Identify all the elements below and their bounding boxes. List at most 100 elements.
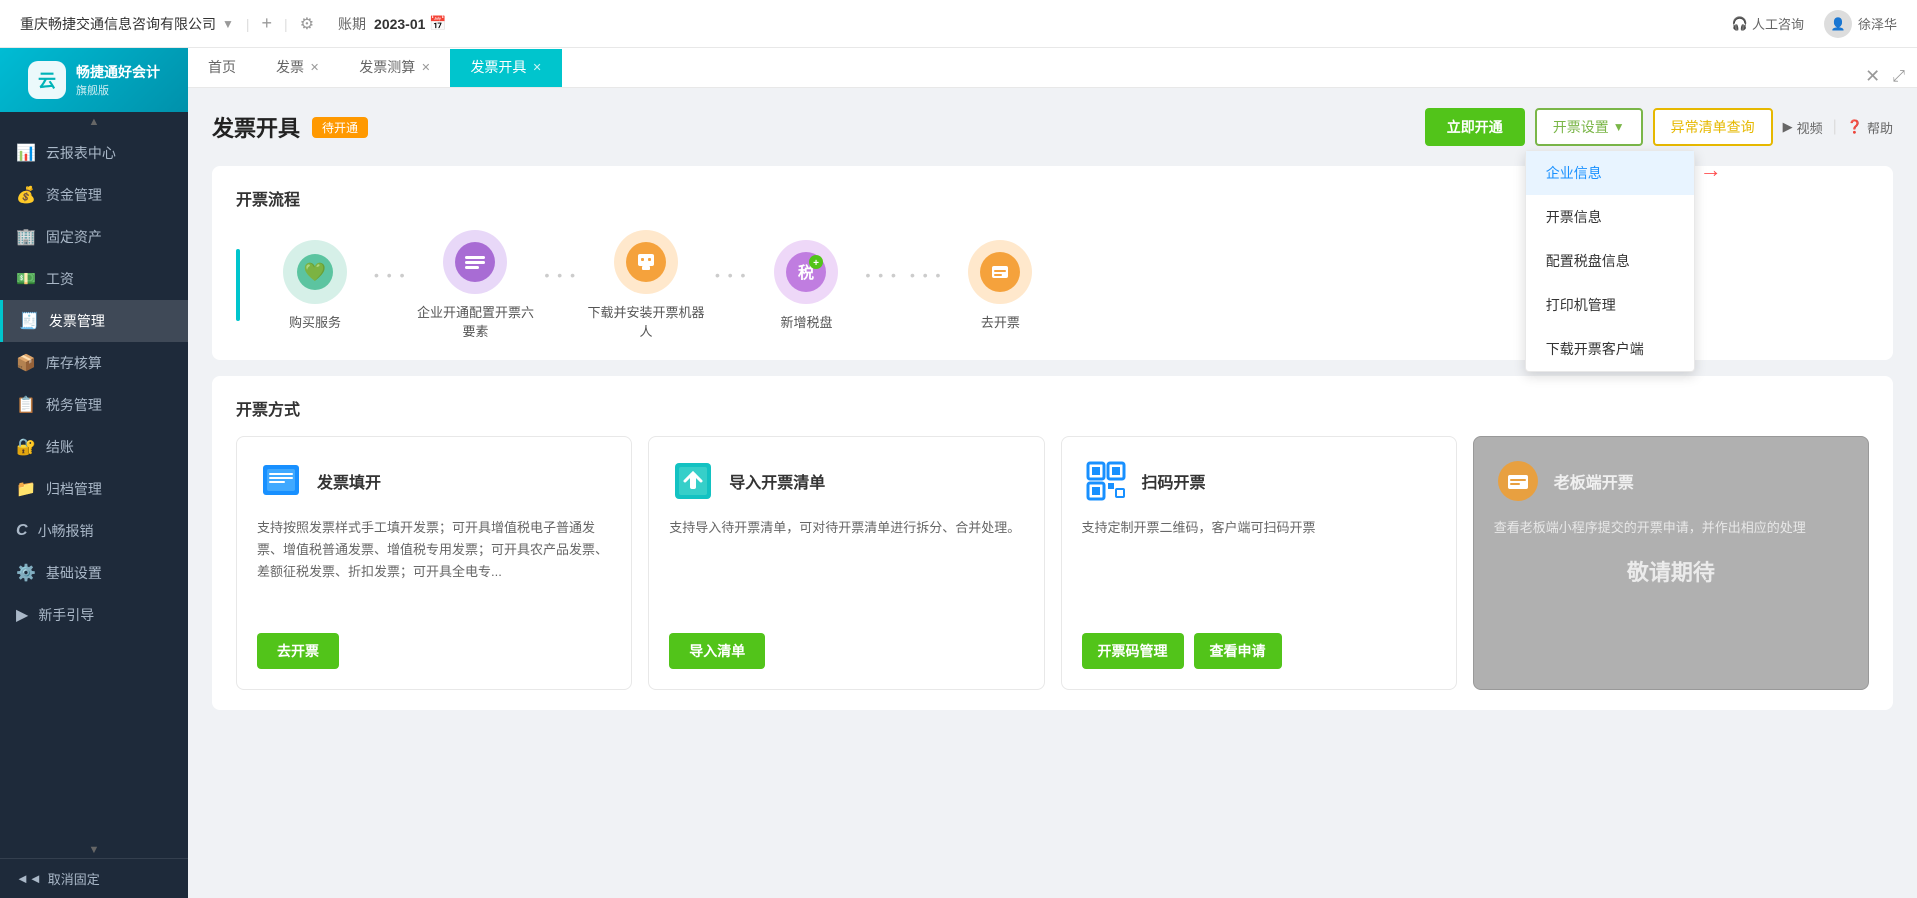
view-application-btn[interactable]: 查看申请 [1194,633,1282,669]
logo-sub: 旗舰版 [76,82,160,98]
logo-text: 畅捷通好会计 [76,62,160,82]
invoice-mgmt-icon: 🧾 [19,311,39,331]
method-card-scan-invoice: 扫码开票 支持定制开票二维码，客户端可扫码开票 开票码管理 查看申请 [1061,436,1457,690]
sidebar-item-payroll[interactable]: 💵 工资 [0,258,188,300]
flow-step-download-robot: 下载并安装开票机器人 [581,230,711,340]
cloud-report-icon: 📊 [16,143,36,163]
logo: 云 畅捷通好会计 旗舰版 [0,48,188,112]
import-invoice-btn[interactable]: 导入清单 [669,633,765,669]
boss-invoice-icon [1494,457,1542,505]
sidebar-item-new-guide[interactable]: ▶ 新手引导 [0,594,188,636]
cancel-pin-btn[interactable]: ◄◄ 取消固定 [0,858,188,898]
svg-text:+: + [814,258,820,269]
scan-invoice-desc: 支持定制开票二维码，客户端可扫码开票 [1082,517,1436,617]
company-name: 重庆畅捷交通信息咨询有限公司 [20,14,216,34]
period-value: 2023-01 [374,16,425,32]
dropdown-item-download-client[interactable]: 下载开票客户端 [1526,327,1694,371]
tax-mgmt-icon: 📋 [16,395,36,415]
play-icon: ▶ [1783,119,1793,135]
fund-mgmt-icon: 💰 [16,185,36,205]
logo-icon: 云 [28,61,66,99]
flow-step-config-enterprise: 企业开通配置开票六要素 [410,230,540,340]
boss-invoice-desc: 查看老板端小程序提交的开票申请，并作出相应的处理 [1494,517,1848,539]
coming-soon-text: 敬请期待 [1494,555,1848,587]
pin-left-icon: ◄◄ [16,871,42,886]
scroll-up-arrow[interactable]: ▲ [0,112,188,132]
basic-settings-icon: ⚙️ [16,563,36,583]
scan-invoice-title: 扫码开票 [1142,469,1206,493]
method-card-fill-invoice: 发票填开 支持按照发票样式手工填开发票；可开具增值税电子普通发票、增值税普通发票… [236,436,632,690]
user-menu[interactable]: 👤 徐泽华 [1824,10,1897,38]
sidebar-item-fixed-assets[interactable]: 🏢 固定资产 [0,216,188,258]
sidebar-item-inventory[interactable]: 📦 库存核算 [0,342,188,384]
flow-left-border [236,249,240,321]
new-guide-icon: ▶ [16,605,28,625]
company-selector[interactable]: 重庆畅捷交通信息咨询有限公司 ▼ [20,14,234,34]
settings-dropdown-menu: 企业信息 → 开票信息 配置税盘信息 打印机管理 [1525,150,1695,372]
service-btn[interactable]: 🎧 人工咨询 [1732,14,1804,33]
tab-close-all-btn[interactable]: ✕ [1861,66,1884,87]
dropdown-item-company-info[interactable]: 企业信息 → [1526,151,1694,195]
fill-invoice-desc: 支持按照发票样式手工填开发票；可开具增值税电子普通发票、增值税普通发票、增值税专… [257,517,611,617]
sidebar-item-cloud-report[interactable]: 📊 云报表中心 [0,132,188,174]
flow-step-buy-service: 💚 购买服务 [260,240,370,331]
headset-icon: 🎧 [1732,16,1748,32]
import-invoice-desc: 支持导入待开票清单，可对待开票清单进行拆分、合并处理。 [669,517,1023,617]
help-btn[interactable]: ❓ 帮助 [1847,118,1893,137]
page-title: 发票开具 [212,111,300,143]
fixed-assets-icon: 🏢 [16,227,36,247]
boss-invoice-title: 老板端开票 [1554,469,1634,493]
sidebar-item-archive[interactable]: 📁 归档管理 [0,468,188,510]
tab-invoice-open-close[interactable]: ✕ [532,61,541,74]
sidebar-item-reconcile[interactable]: 🔐 结账 [0,426,188,468]
method-card-boss-invoice: 老板端开票 查看老板端小程序提交的开票申请，并作出相应的处理 敬请期待 [1473,436,1869,690]
fill-invoice-title: 发票填开 [317,469,381,493]
methods-section-title: 开票方式 [236,396,1869,420]
tab-home[interactable]: 首页 [188,49,256,87]
company-chevron-icon: ▼ [222,17,234,31]
dropdown-item-invoice-info[interactable]: 开票信息 [1526,195,1694,239]
avatar: 👤 [1824,10,1852,38]
tab-invoice[interactable]: 发票 ✕ [256,49,339,87]
anomaly-btn[interactable]: 异常清单查询 [1653,108,1773,146]
fill-invoice-btn[interactable]: 去开票 [257,633,339,669]
sidebar-item-fund-mgmt[interactable]: 💰 资金管理 [0,174,188,216]
scan-invoice-icon [1082,457,1130,505]
settings-icon[interactable]: ⚙ [300,14,314,34]
settings-dropdown-container: 开票设置 ▼ 企业信息 → 开票信息 [1535,108,1643,146]
import-invoice-icon [669,457,717,505]
inventory-icon: 📦 [16,353,36,373]
sidebar-item-report[interactable]: C 小畅报销 [0,510,188,552]
fill-invoice-icon [257,457,305,505]
settings-btn[interactable]: 开票设置 ▼ [1535,108,1643,146]
red-arrow-icon: → [1700,157,1722,183]
report-icon: C [16,522,28,540]
tab-invoice-calc-close[interactable]: ✕ [421,61,430,74]
activate-btn[interactable]: 立即开通 [1425,108,1525,146]
add-company-btn[interactable]: + [262,13,273,34]
flow-step-add-tax-disk: 税+ 新增税盘 [751,240,861,331]
video-btn[interactable]: ▶ 视频 [1783,118,1823,137]
reconcile-icon: 🔐 [16,437,36,457]
import-invoice-title: 导入开票清单 [729,469,825,493]
tab-invoice-open[interactable]: 发票开具 ✕ [450,49,561,87]
svg-text:💚: 💚 [304,262,327,282]
sidebar-item-basic-settings[interactable]: ⚙️ 基础设置 [0,552,188,594]
payroll-icon: 💵 [16,269,36,289]
tab-invoice-close[interactable]: ✕ [310,61,319,74]
sidebar-item-invoice-mgmt[interactable]: 🧾 发票管理 [0,300,188,342]
maximize-btn[interactable]: ⤢ [1888,68,1909,86]
period-label: 账期 [338,14,366,34]
help-icon: ❓ [1847,119,1863,135]
qr-manage-btn[interactable]: 开票码管理 [1082,633,1184,669]
scroll-down-arrow[interactable]: ▼ [0,842,188,858]
method-card-import-invoice: 导入开票清单 支持导入待开票清单，可对待开票清单进行拆分、合并处理。 导入清单 [648,436,1044,690]
settings-dropdown-icon: ▼ [1613,120,1625,134]
tab-invoice-calc[interactable]: 发票测算 ✕ [339,49,450,87]
sidebar-item-tax-mgmt[interactable]: 📋 税务管理 [0,384,188,426]
archive-icon: 📁 [16,479,36,499]
flow-step-go-invoice: 去开票 [950,240,1050,331]
dropdown-item-tax-disk[interactable]: 配置税盘信息 [1526,239,1694,283]
status-badge: 待开通 [312,117,368,138]
dropdown-item-printer[interactable]: 打印机管理 [1526,283,1694,327]
